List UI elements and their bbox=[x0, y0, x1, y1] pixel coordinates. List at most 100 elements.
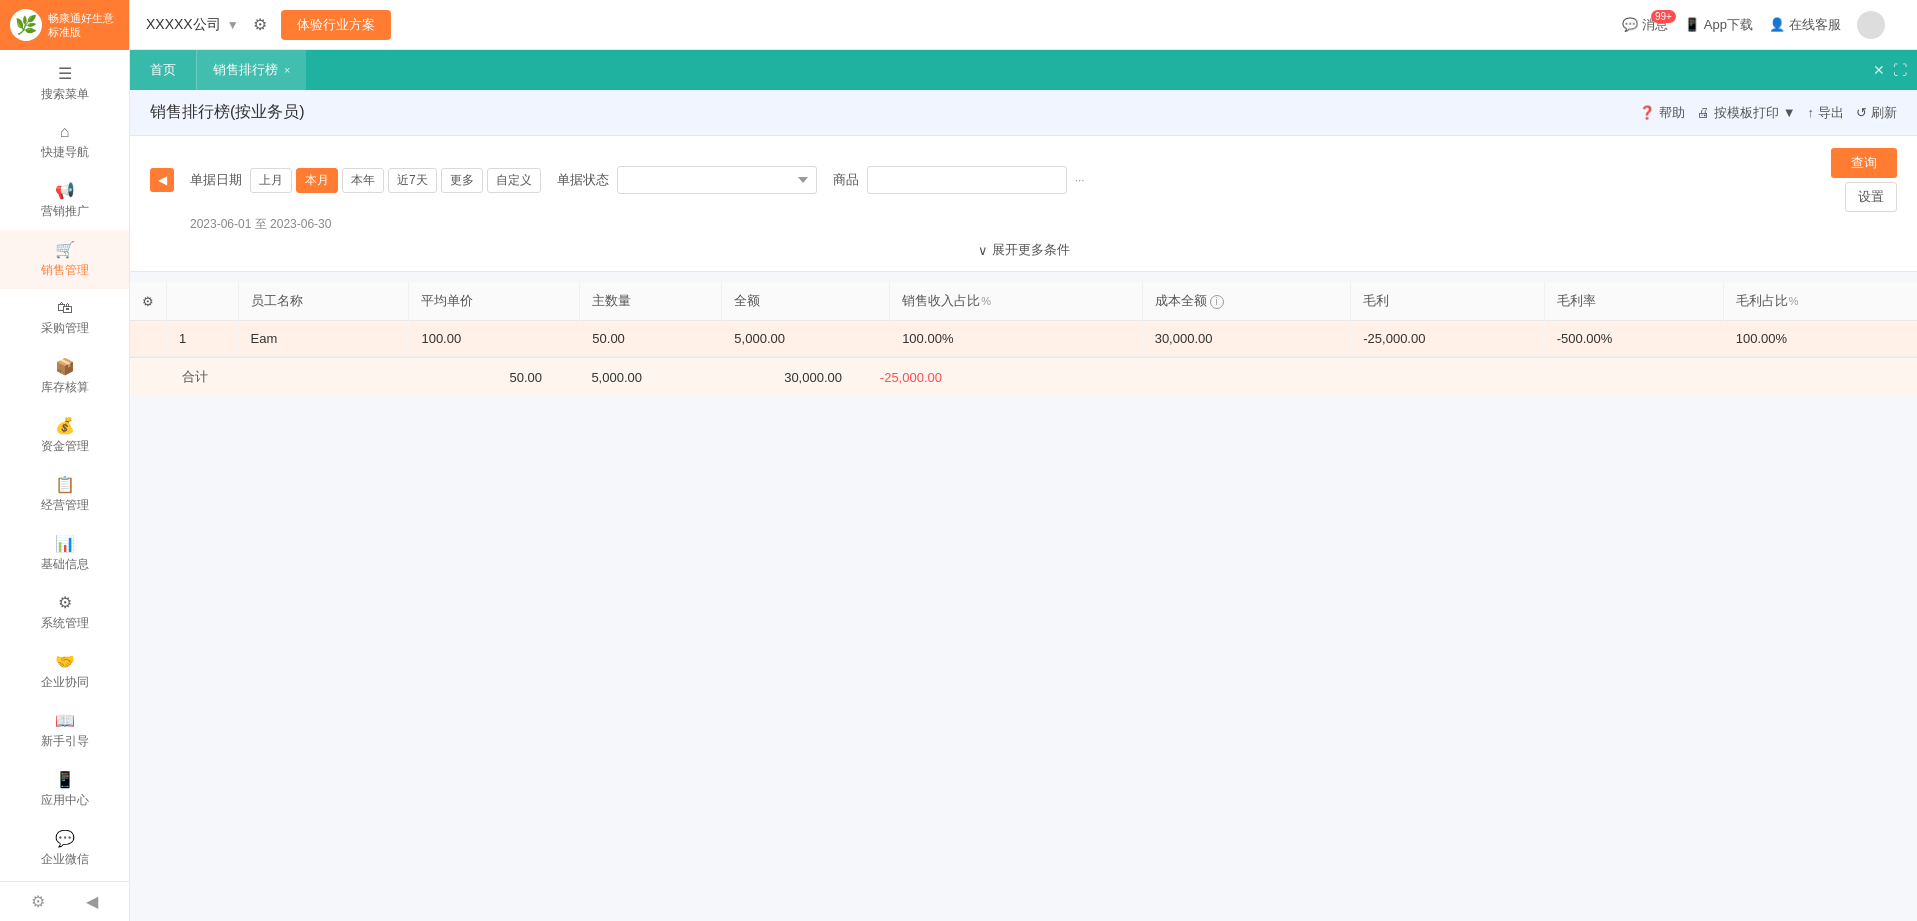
message-badge: 99+ bbox=[1651, 10, 1676, 23]
nav-label-8: 基础信息 bbox=[41, 556, 89, 573]
trial-button[interactable]: 体验行业方案 bbox=[281, 10, 391, 40]
print-dropdown-icon: ▼ bbox=[1783, 105, 1796, 120]
status-filter-select[interactable] bbox=[617, 166, 817, 194]
refresh-button[interactable]: ↺ 刷新 bbox=[1856, 104, 1897, 122]
date-btn-7days[interactable]: 近7天 bbox=[388, 168, 437, 193]
sidebar-nav: ☰搜索菜单⌂快捷导航 📢 营销推广 🛒销售管理🛍采购管理📦库存核算 💰 资金管理 📋 经营管理… bbox=[0, 50, 129, 881]
page-actions: ❓ 帮助 🖨 按模板打印 ▼ ↑ 导出 ↺ 刷新 bbox=[1639, 104, 1897, 122]
cell-gross-pct: 100.00% bbox=[1723, 321, 1917, 357]
sidebar-logo: 🌿 畅康通好生意 标准版 bbox=[0, 0, 129, 50]
date-btn-last-month[interactable]: 上月 bbox=[250, 168, 292, 193]
goods-more-icon[interactable]: ··· bbox=[1075, 173, 1085, 187]
nav-label-2: 营销推广 bbox=[41, 203, 89, 220]
total-label: 合计 bbox=[142, 368, 342, 386]
help-icon: ❓ bbox=[1639, 105, 1655, 120]
sidebar-item-0[interactable]: ☰搜索菜单 bbox=[0, 54, 129, 113]
col-amount: 全额 bbox=[722, 282, 890, 321]
status-filter-label: 单据状态 bbox=[557, 171, 609, 189]
tab-close-all-icon[interactable]: ✕ bbox=[1873, 62, 1885, 78]
nav-label-12: 应用中心 bbox=[41, 792, 89, 809]
tabbar-right: ✕ ⛶ bbox=[1863, 62, 1917, 78]
page-content: 销售排行榜(按业务员) ❓ 帮助 🖨 按模板打印 ▼ ↑ 导出 ↺ 刷新 bbox=[130, 90, 1917, 921]
col-rank bbox=[167, 282, 239, 321]
nav-label-1: 快捷导航 bbox=[41, 144, 89, 161]
nav-icon-5: 📦 bbox=[55, 357, 75, 376]
date-btn-current-month[interactable]: 本月 bbox=[296, 168, 338, 193]
app-download-action[interactable]: 📱 App下载 bbox=[1684, 16, 1753, 34]
online-service-label: 在线客服 bbox=[1789, 16, 1841, 34]
cell-cost-amount: 30,000.00 bbox=[1142, 321, 1351, 357]
company-selector[interactable]: XXXXX公司 ▼ bbox=[146, 16, 239, 34]
col-gross-rate: 毛利率 bbox=[1544, 282, 1723, 321]
sidebar-item-11[interactable]: 📖新手引导 bbox=[0, 701, 129, 760]
date-filter-label: 单据日期 bbox=[190, 171, 242, 189]
tab-maximize-icon[interactable]: ⛶ bbox=[1893, 62, 1907, 78]
cell-rank: 1 bbox=[167, 321, 239, 357]
expand-more-button[interactable]: ∨ 展开更多条件 bbox=[150, 241, 1897, 259]
tab-sales-ranking[interactable]: 销售排行榜 × bbox=[196, 50, 306, 90]
filter-collapse-button[interactable]: ◀ bbox=[150, 168, 174, 192]
table-row: 1 Eam 100.00 50.00 5,000.00 100.00% 30,0… bbox=[130, 321, 1917, 357]
sidebar-item-3[interactable]: 🛒销售管理 bbox=[0, 230, 129, 289]
sidebar-footer: ⚙ ◀ bbox=[0, 881, 129, 921]
tab-label: 销售排行榜 bbox=[213, 61, 278, 79]
data-table: ⚙ 员工名称 平均单价 主数量 全额 销售收入占比% 成本全额i 毛利 毛利率 … bbox=[130, 282, 1917, 357]
nav-label-6: 资金管理 bbox=[41, 438, 89, 455]
nav-icon-12: 📱 bbox=[55, 770, 75, 789]
cell-sales-pct: 100.00% bbox=[890, 321, 1143, 357]
sidebar-item-6[interactable]: 💰 资金管理 bbox=[0, 406, 129, 465]
col-gross: 毛利 bbox=[1351, 282, 1544, 321]
col-avg-price: 平均单价 bbox=[409, 282, 580, 321]
logo-icon: 🌿 bbox=[10, 9, 42, 41]
sidebar-item-8[interactable]: 📊 基础信息 bbox=[0, 524, 129, 583]
date-btn-more[interactable]: 更多 bbox=[441, 168, 483, 193]
cell-gross-rate: -500.00% bbox=[1544, 321, 1723, 357]
sidebar-item-7[interactable]: 📋 经营管理 bbox=[0, 465, 129, 524]
nav-icon-6: 💰 bbox=[55, 416, 75, 435]
settings-small-button[interactable]: 设置 bbox=[1845, 182, 1897, 212]
sidebar-item-10[interactable]: 🤝企业协同 bbox=[0, 642, 129, 701]
sidebar-item-4[interactable]: 🛍采购管理 bbox=[0, 289, 129, 347]
col-name: 员工名称 bbox=[238, 282, 409, 321]
sidebar-settings-icon[interactable]: ⚙ bbox=[31, 892, 45, 911]
col-sales-pct: 销售收入占比% bbox=[890, 282, 1143, 321]
company-name: XXXXX公司 bbox=[146, 16, 221, 34]
export-icon: ↑ bbox=[1808, 105, 1815, 120]
nav-icon-7: 📋 bbox=[55, 475, 75, 494]
query-button[interactable]: 查询 bbox=[1831, 148, 1897, 178]
nav-icon-2: 📢 bbox=[55, 181, 75, 200]
sidebar-item-1[interactable]: ⌂快捷导航 bbox=[0, 113, 129, 171]
sidebar-item-13[interactable]: 💬企业微信 bbox=[0, 819, 129, 878]
nav-label-10: 企业协同 bbox=[41, 674, 89, 691]
goods-filter-label: 商品 bbox=[833, 171, 859, 189]
online-service-action[interactable]: 👤 在线客服 bbox=[1769, 16, 1841, 34]
sidebar-collapse-icon[interactable]: ◀ bbox=[86, 892, 98, 911]
export-button[interactable]: ↑ 导出 bbox=[1808, 104, 1845, 122]
total-cost-amount: 30,000.00 bbox=[742, 370, 842, 385]
help-button[interactable]: ❓ 帮助 bbox=[1639, 104, 1685, 122]
date-btn-current-year[interactable]: 本年 bbox=[342, 168, 384, 193]
nav-icon-11: 📖 bbox=[55, 711, 75, 730]
table-header-row: ⚙ 员工名称 平均单价 主数量 全额 销售收入占比% 成本全额i 毛利 毛利率 … bbox=[130, 282, 1917, 321]
nav-icon-8: 📊 bbox=[55, 534, 75, 553]
sidebar-item-5[interactable]: 📦库存核算 bbox=[0, 347, 129, 406]
nav-label-4: 采购管理 bbox=[41, 320, 89, 337]
col-settings[interactable]: ⚙ bbox=[130, 282, 167, 321]
nav-label-9: 系统管理 bbox=[41, 615, 89, 632]
tab-home[interactable]: 首页 bbox=[130, 50, 196, 90]
date-btn-custom[interactable]: 自定义 bbox=[487, 168, 541, 193]
tabbar: 首页 销售排行榜 × ✕ ⛶ bbox=[130, 50, 1917, 90]
tab-close-icon[interactable]: × bbox=[284, 64, 290, 76]
topbar-settings-icon[interactable]: ⚙ bbox=[249, 11, 271, 38]
avatar[interactable] bbox=[1857, 11, 1885, 39]
topbar-right: 💬 消息 99+ 📱 App下载 👤 在线客服 bbox=[1622, 11, 1901, 39]
sidebar-item-9[interactable]: ⚙系统管理 bbox=[0, 583, 129, 642]
sidebar-item-2[interactable]: 📢 营销推广 bbox=[0, 171, 129, 230]
print-button[interactable]: 🖨 按模板打印 ▼ bbox=[1697, 104, 1796, 122]
topbar: XXXXX公司 ▼ ⚙ 体验行业方案 💬 消息 99+ 📱 App下载 👤 在线… bbox=[130, 0, 1917, 50]
cell-main-qty: 50.00 bbox=[580, 321, 722, 357]
message-action[interactable]: 💬 消息 99+ bbox=[1622, 16, 1668, 34]
nav-label-7: 经营管理 bbox=[41, 497, 89, 514]
sidebar-item-12[interactable]: 📱 应用中心 bbox=[0, 760, 129, 819]
goods-filter-input[interactable] bbox=[867, 166, 1067, 194]
